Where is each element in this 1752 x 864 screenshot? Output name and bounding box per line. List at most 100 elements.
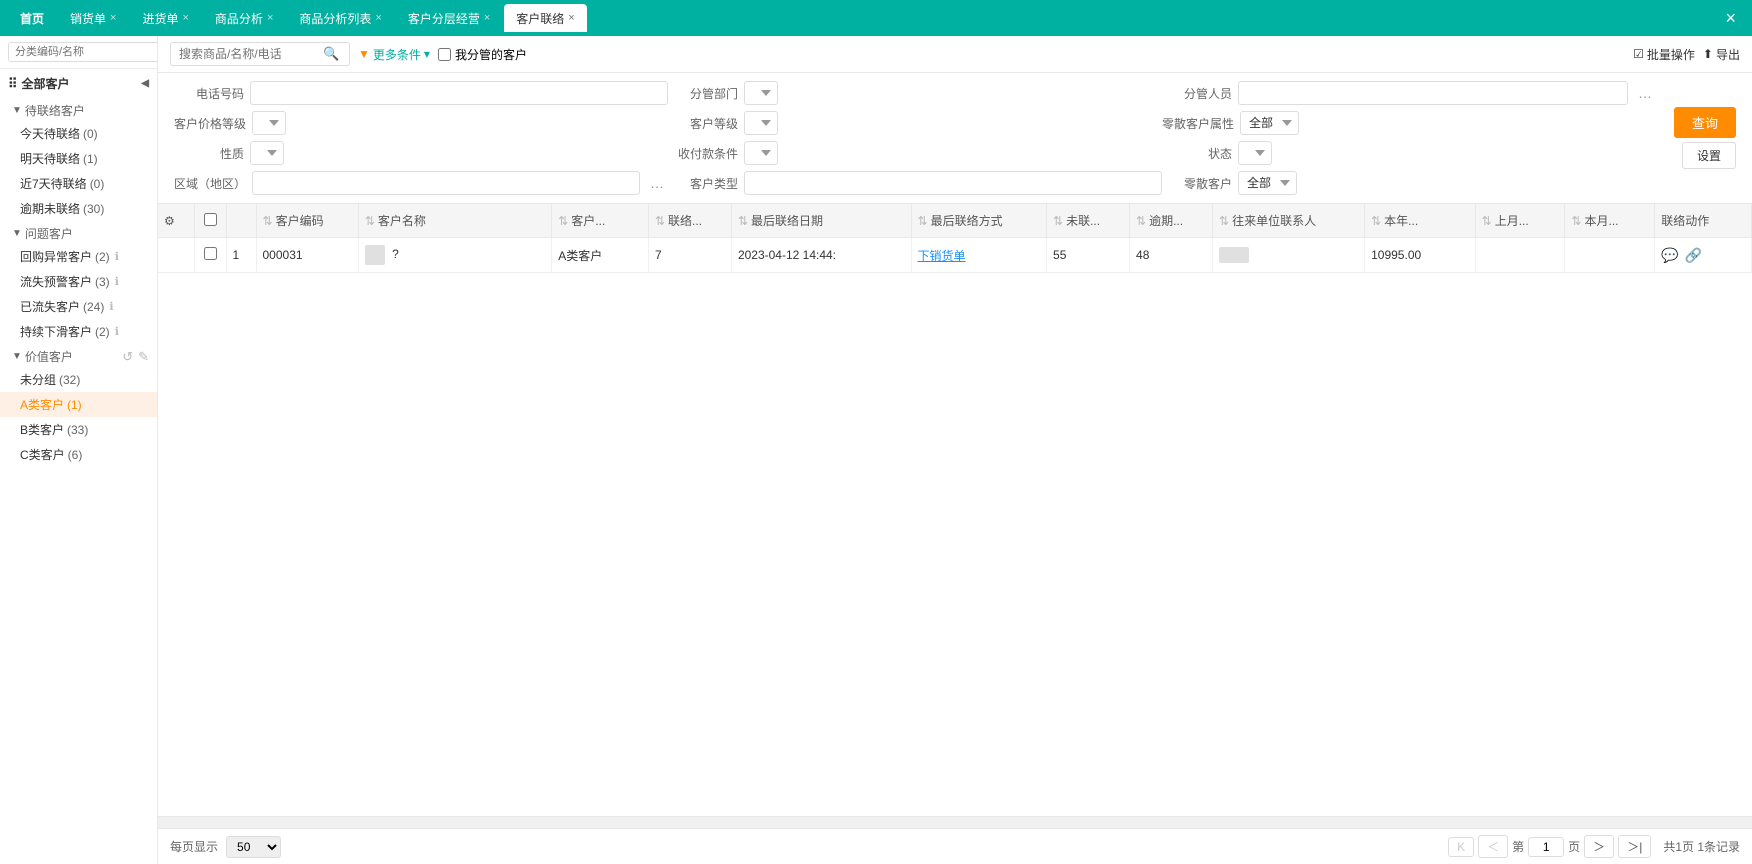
- query-button[interactable]: 查询: [1674, 107, 1736, 138]
- batch-op-button[interactable]: ☑ 批量操作: [1633, 46, 1695, 63]
- zero-attr-select[interactable]: 全部: [1240, 111, 1299, 135]
- per-page-label: 每页显示: [170, 838, 218, 855]
- horizontal-scrollbar[interactable]: [158, 816, 1752, 828]
- row-this-month: [1565, 238, 1655, 273]
- sidebar-item-declining[interactable]: 持续下滑客户 (2) ℹ: [0, 319, 157, 344]
- select-all-checkbox[interactable]: [204, 213, 217, 226]
- more-filters-btn[interactable]: ▼ 更多条件 ▾: [358, 46, 430, 63]
- close-customer-segment-icon[interactable]: ×: [484, 12, 490, 24]
- th-act-label: 联络动作: [1661, 212, 1709, 229]
- zero-select-wrap: 全部: [1238, 171, 1656, 195]
- problem-arrow-icon[interactable]: ▼: [12, 228, 22, 239]
- region-more-icon[interactable]: …: [646, 175, 668, 191]
- sidebar-item-repurchase[interactable]: 回购异常客户 (2) ℹ: [0, 244, 157, 269]
- payment-select[interactable]: [744, 141, 778, 165]
- value-group-edit-icon[interactable]: ✎: [138, 349, 149, 365]
- repurchase-label: 回购异常客户: [20, 248, 92, 265]
- close-analysis-icon[interactable]: ×: [267, 12, 273, 24]
- sidebar-search-area: 🔍: [0, 36, 157, 69]
- settings-button[interactable]: 设置: [1682, 142, 1736, 169]
- customer-table: ⚙ ⇅ 客户编码: [158, 204, 1752, 273]
- value-arrow-icon[interactable]: ▼: [12, 351, 22, 362]
- phone-input[interactable]: [250, 81, 668, 105]
- type-input[interactable]: [744, 171, 1162, 195]
- nature-label: 性质: [174, 145, 244, 162]
- row-actions-cell: 💬 🔗: [1655, 238, 1752, 273]
- sidebar-item-today[interactable]: 今天待联络 (0): [0, 121, 157, 146]
- row-settings-cell: [158, 238, 194, 273]
- th-overdue: ⇅ 逾期...: [1130, 204, 1213, 238]
- close-customer-contact-icon[interactable]: ×: [568, 12, 574, 24]
- value-group-refresh-icon[interactable]: ↺: [122, 349, 133, 365]
- level-select[interactable]: [744, 111, 778, 135]
- close-sales-icon[interactable]: ×: [110, 12, 116, 24]
- sidebar-item-7days[interactable]: 近7天待联络 (0): [0, 171, 157, 196]
- th-name-label: 客户名称: [378, 212, 426, 229]
- 7days-count: (0): [90, 177, 105, 191]
- first-page-button[interactable]: K: [1448, 837, 1474, 857]
- sidebar-item-b-class[interactable]: B类客户 (33): [0, 417, 157, 442]
- sidebar-item-overdue[interactable]: 逾期未联络 (30): [0, 196, 157, 221]
- dept-select-wrap: [744, 81, 1162, 105]
- filter-cell-price-level: 客户价格等级: [174, 111, 668, 135]
- phone-label: 电话号码: [174, 85, 244, 102]
- sidebar-search-input[interactable]: [8, 42, 158, 62]
- tab-analysis-list[interactable]: 商品分析列表 ×: [287, 4, 393, 32]
- sidebar-item-c-class[interactable]: C类客户 (6): [0, 442, 157, 467]
- chat-action-icon[interactable]: 💬: [1661, 247, 1678, 264]
- pending-group-text: 待联络客户: [25, 102, 85, 119]
- link-action-icon[interactable]: 🔗: [1685, 247, 1702, 264]
- main-search-icon[interactable]: 🔍: [323, 46, 339, 62]
- sidebar-item-a-class[interactable]: A类客户 (1): [0, 392, 157, 417]
- close-analysis-list-icon[interactable]: ×: [375, 12, 381, 24]
- page-size-select[interactable]: 50 100 200: [226, 836, 281, 858]
- filter-cell-phone: 电话号码: [174, 81, 668, 105]
- dept-select[interactable]: [744, 81, 778, 105]
- last-method-link[interactable]: 下销货单: [918, 249, 966, 263]
- page-input[interactable]: [1528, 837, 1564, 857]
- my-customers-checkbox-area[interactable]: 我分管的客户: [438, 46, 527, 63]
- tab-home[interactable]: 首页: [8, 4, 56, 32]
- tab-sales[interactable]: 销货单 ×: [58, 4, 128, 32]
- payment-label: 收付款条件: [668, 145, 738, 162]
- top-nav: 首页 销货单 × 进货单 × 商品分析 × 商品分析列表 × 客户分层经营 × …: [0, 0, 1752, 36]
- filter-cell-nature: 性质: [174, 141, 668, 165]
- region-input[interactable]: [252, 171, 640, 195]
- window-close-button[interactable]: ×: [1717, 8, 1744, 29]
- zero-select[interactable]: 全部: [1238, 171, 1297, 195]
- sidebar-item-churned[interactable]: 已流失客户 (24) ℹ: [0, 294, 157, 319]
- ungrouped-count: (32): [59, 373, 80, 387]
- person-more-icon[interactable]: …: [1634, 85, 1656, 101]
- table-settings-icon[interactable]: ⚙: [164, 214, 175, 228]
- next-page-button[interactable]: ＞: [1584, 835, 1614, 858]
- sidebar-item-churn-warn[interactable]: 流失预警客户 (3) ℹ: [0, 269, 157, 294]
- sidebar-item-ungrouped[interactable]: 未分组 (32): [0, 367, 157, 392]
- my-customers-checkbox[interactable]: [438, 48, 451, 61]
- close-purchase-icon[interactable]: ×: [182, 12, 188, 24]
- today-label: 今天待联络: [20, 125, 80, 142]
- tab-customer-contact[interactable]: 客户联络 ×: [504, 4, 586, 32]
- last-page-button[interactable]: ＞|: [1618, 835, 1651, 858]
- nature-select[interactable]: [250, 141, 284, 165]
- th-nc-label: 未联...: [1066, 212, 1100, 229]
- price-level-select[interactable]: [252, 111, 286, 135]
- export-button[interactable]: ⬆ 导出: [1703, 46, 1740, 63]
- th-customer-type: ⇅ 客户...: [552, 204, 649, 238]
- tab-customer-segment[interactable]: 客户分层经营 ×: [396, 4, 502, 32]
- pending-arrow-icon[interactable]: ▼: [12, 105, 22, 116]
- th-tm-label: 本月...: [1584, 212, 1618, 229]
- tab-purchase[interactable]: 进货单 ×: [130, 4, 200, 32]
- status-select[interactable]: [1238, 141, 1272, 165]
- all-customers-header[interactable]: ⠿ 全部客户 ◀: [0, 69, 157, 98]
- main-search-input[interactable]: [179, 47, 319, 61]
- filter-cell-zero: 零散客户 全部: [1162, 171, 1656, 195]
- tab-sales-label: 销货单: [70, 10, 106, 27]
- collapse-icon[interactable]: ◀: [141, 78, 149, 89]
- prev-page-button[interactable]: ＜: [1478, 835, 1508, 858]
- person-input[interactable]: [1238, 81, 1628, 105]
- price-level-select-wrap: [252, 111, 668, 135]
- sidebar-item-tomorrow[interactable]: 明天待联络 (1): [0, 146, 157, 171]
- content-area: 🔍 ▼ 更多条件 ▾ 我分管的客户 ☑ 批量操作 ⬆ 导出: [158, 36, 1752, 864]
- tab-analysis[interactable]: 商品分析 ×: [203, 4, 285, 32]
- row-checkbox[interactable]: [204, 247, 217, 260]
